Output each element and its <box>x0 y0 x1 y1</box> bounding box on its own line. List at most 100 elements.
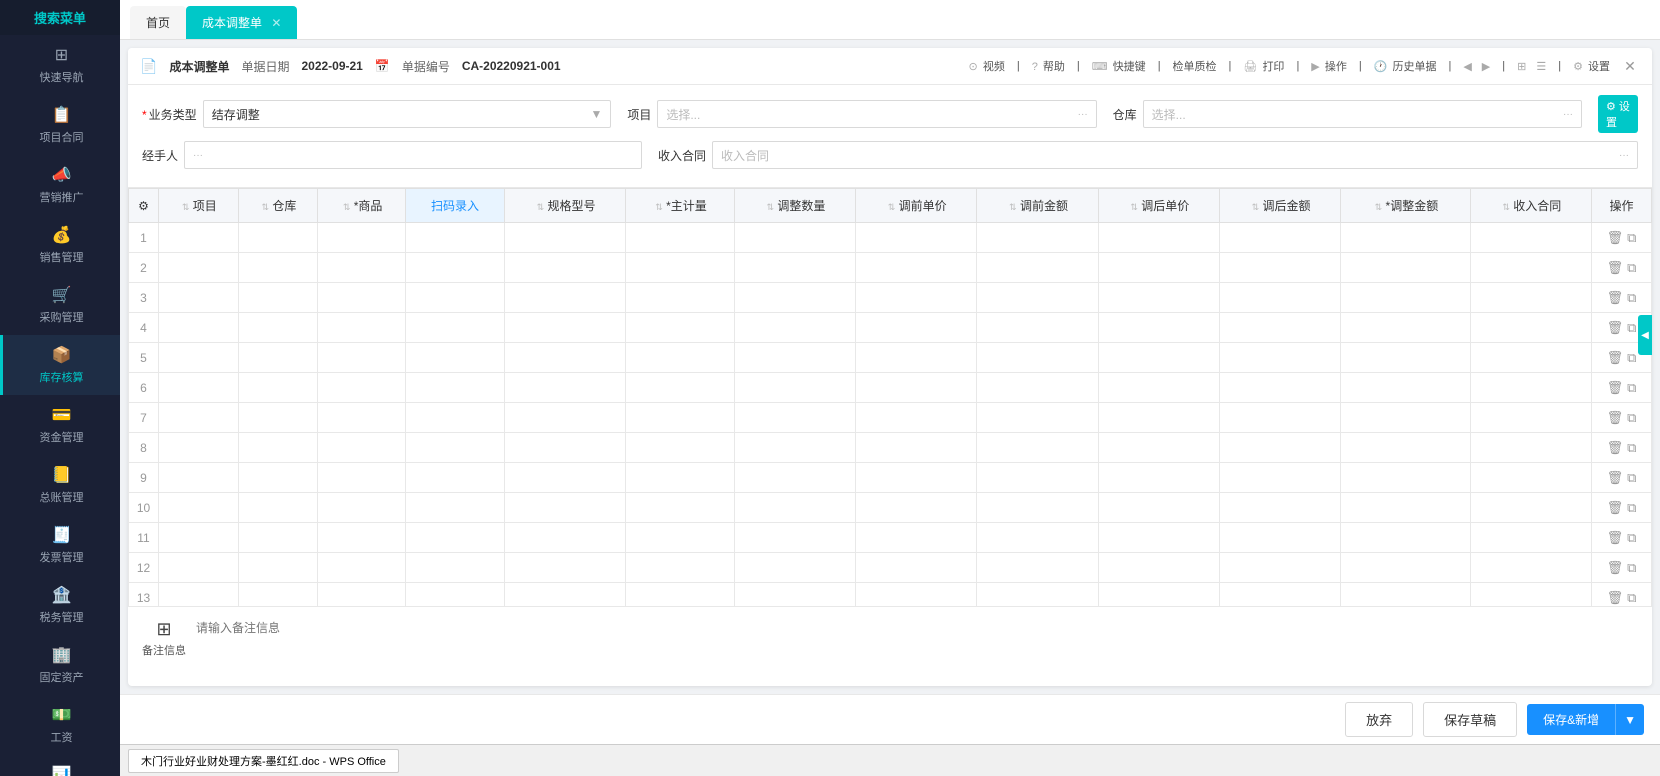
table-cell[interactable] <box>318 343 406 373</box>
table-cell[interactable] <box>1219 523 1340 553</box>
table-cell[interactable] <box>504 403 625 433</box>
save-new-button-group[interactable]: 保存&新增 ▼ <box>1527 704 1644 735</box>
table-cell[interactable] <box>406 223 505 253</box>
sidebar-item-fixed-assets[interactable]: 🏢 固定资产 <box>0 635 120 695</box>
table-cell[interactable] <box>977 343 1098 373</box>
table-cell[interactable] <box>159 373 239 403</box>
table-cell[interactable] <box>626 223 735 253</box>
sidebar-logo[interactable]: 搜索菜单 <box>0 0 120 35</box>
table-cell[interactable] <box>1341 373 1470 403</box>
copy-icon[interactable]: ⧉ <box>1627 320 1636 336</box>
table-cell[interactable] <box>318 493 406 523</box>
nav-prev-icon[interactable]: ◀ <box>1463 60 1471 73</box>
table-cell[interactable] <box>504 223 625 253</box>
table-row[interactable]: 13🗑⧉ <box>129 583 1652 607</box>
delete-icon[interactable]: 🗑 <box>1607 290 1624 306</box>
table-cell[interactable] <box>238 403 318 433</box>
table-cell[interactable] <box>734 523 855 553</box>
table-cell[interactable] <box>856 583 977 607</box>
sort-arrows-income-contract[interactable]: ⇅ <box>1502 202 1510 212</box>
copy-icon[interactable]: ⧉ <box>1627 470 1636 486</box>
taskbar-item[interactable]: 木门行业好业财处理方案-墨红红.doc - WPS Office <box>128 749 399 773</box>
table-row[interactable]: 1🗑⧉ <box>129 223 1652 253</box>
table-cell[interactable] <box>238 523 318 553</box>
table-cell[interactable] <box>238 283 318 313</box>
table-cell[interactable] <box>159 343 239 373</box>
table-cell[interactable] <box>1470 313 1591 343</box>
table-cell[interactable] <box>1341 253 1470 283</box>
copy-icon[interactable]: ⧉ <box>1627 500 1636 516</box>
table-cell[interactable] <box>856 433 977 463</box>
delete-icon[interactable]: 🗑 <box>1607 320 1624 336</box>
table-cell[interactable] <box>1098 433 1219 463</box>
table-cell[interactable] <box>504 313 625 343</box>
table-row[interactable]: 9🗑⧉ <box>129 463 1652 493</box>
table-cell[interactable] <box>504 463 625 493</box>
delete-icon[interactable]: 🗑 <box>1607 590 1624 606</box>
sort-arrows-before-amount[interactable]: ⇅ <box>1009 202 1017 212</box>
table-cell[interactable] <box>1341 403 1470 433</box>
table-cell[interactable] <box>1341 283 1470 313</box>
table-cell[interactable] <box>159 223 239 253</box>
copy-icon[interactable]: ⧉ <box>1627 230 1636 246</box>
table-cell[interactable] <box>159 523 239 553</box>
table-cell[interactable] <box>318 403 406 433</box>
tab-home[interactable]: 首页 <box>130 6 186 39</box>
table-cell[interactable] <box>1098 313 1219 343</box>
table-cell[interactable] <box>734 253 855 283</box>
table-cell[interactable] <box>1219 373 1340 403</box>
table-cell[interactable] <box>856 493 977 523</box>
save-new-main-button[interactable]: 保存&新增 <box>1527 704 1616 735</box>
doc-close-button[interactable]: ✕ <box>1620 56 1640 76</box>
toolbar-view[interactable]: ⊙ 视频 <box>969 58 1005 74</box>
table-cell[interactable] <box>626 493 735 523</box>
copy-icon[interactable]: ⧉ <box>1627 350 1636 366</box>
tab-cost-adj[interactable]: 成本调整单 ✕ <box>186 6 297 39</box>
table-cell[interactable] <box>159 313 239 343</box>
table-cell[interactable] <box>1219 343 1340 373</box>
table-cell[interactable] <box>1341 523 1470 553</box>
table-cell[interactable] <box>856 283 977 313</box>
delete-icon[interactable]: 🗑 <box>1607 470 1624 486</box>
table-cell[interactable] <box>1098 553 1219 583</box>
sort-arrows-unit[interactable]: ⇅ <box>655 202 663 212</box>
table-cell[interactable] <box>856 223 977 253</box>
table-cell[interactable] <box>318 553 406 583</box>
view-list-icon[interactable]: ☰ <box>1536 60 1546 73</box>
table-cell[interactable] <box>1219 403 1340 433</box>
table-cell[interactable] <box>406 313 505 343</box>
save-new-dropdown-icon[interactable]: ▼ <box>1616 706 1644 734</box>
delete-icon[interactable]: 🗑 <box>1607 500 1624 516</box>
table-cell[interactable] <box>734 373 855 403</box>
table-cell[interactable] <box>406 433 505 463</box>
table-cell[interactable] <box>504 253 625 283</box>
table-cell[interactable] <box>977 553 1098 583</box>
table-row[interactable]: 6🗑⧉ <box>129 373 1652 403</box>
table-cell[interactable] <box>977 283 1098 313</box>
table-cell[interactable] <box>977 403 1098 433</box>
delete-icon[interactable]: 🗑 <box>1607 410 1624 426</box>
table-cell[interactable] <box>734 223 855 253</box>
table-cell[interactable] <box>734 463 855 493</box>
table-row[interactable]: 8🗑⧉ <box>129 433 1652 463</box>
sidebar-item-project-contract[interactable]: 📋 项目合同 <box>0 95 120 155</box>
sidebar-item-quick-nav[interactable]: ⊞ 快速导航 <box>0 35 120 95</box>
table-cell[interactable] <box>1098 493 1219 523</box>
table-cell[interactable] <box>318 313 406 343</box>
table-cell[interactable] <box>504 343 625 373</box>
table-cell[interactable] <box>626 343 735 373</box>
table-cell[interactable] <box>1219 223 1340 253</box>
table-cell[interactable] <box>504 493 625 523</box>
table-row[interactable]: 7🗑⧉ <box>129 403 1652 433</box>
table-cell[interactable] <box>734 583 855 607</box>
sort-arrows-after-price[interactable]: ⇅ <box>1130 202 1138 212</box>
table-cell[interactable] <box>734 313 855 343</box>
table-cell[interactable] <box>1219 553 1340 583</box>
table-cell[interactable] <box>504 583 625 607</box>
table-cell[interactable] <box>159 433 239 463</box>
table-cell[interactable] <box>1098 463 1219 493</box>
table-cell[interactable] <box>406 523 505 553</box>
tab-close-icon[interactable]: ✕ <box>271 16 281 30</box>
delete-icon[interactable]: 🗑 <box>1607 560 1624 576</box>
table-cell[interactable] <box>406 583 505 607</box>
